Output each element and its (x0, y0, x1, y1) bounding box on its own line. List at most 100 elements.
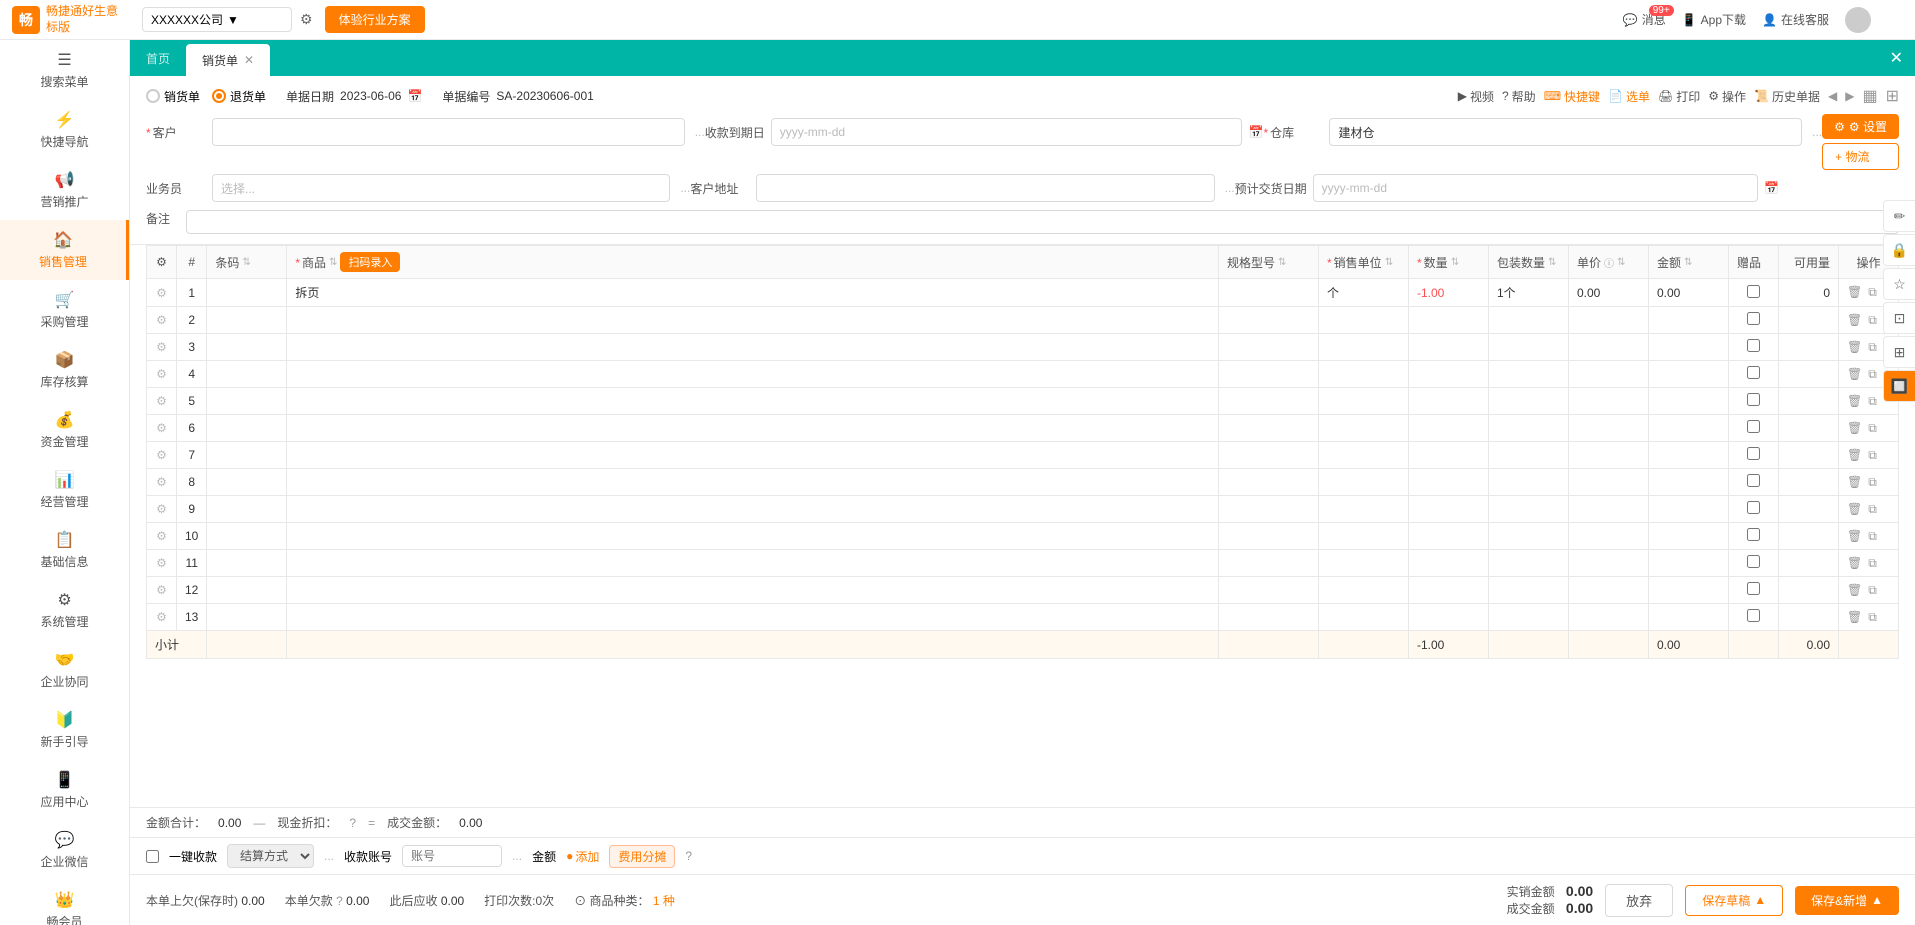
sidebar-item-finance[interactable]: 💰 资金管理 (0, 400, 129, 460)
radio-return[interactable]: 退货单 (212, 88, 266, 105)
pkg-sort-icon[interactable]: ⇅ (1548, 257, 1556, 268)
warehouse-input[interactable]: 建材仓 (1329, 118, 1802, 146)
row-product-cell[interactable] (287, 523, 1219, 550)
nav-next-icon[interactable]: ▶ (1845, 89, 1854, 103)
gift-checkbox[interactable] (1747, 312, 1760, 325)
fee-split-button[interactable]: 费用分摊 (609, 845, 675, 868)
row-spec-cell[interactable] (1219, 523, 1319, 550)
row-gift-cell[interactable] (1729, 388, 1779, 415)
row-delete-icon[interactable]: 🗑 (1847, 475, 1862, 490)
gift-checkbox[interactable] (1747, 528, 1760, 541)
row-gift-cell[interactable] (1729, 523, 1779, 550)
sidebar-item-wechat[interactable]: 💬 企业微信 (0, 820, 129, 880)
row-copy-icon[interactable]: ⧉ (1868, 583, 1877, 598)
save-draft-button[interactable]: 保存草稿 ▲ (1685, 885, 1783, 916)
shortcut-btn[interactable]: ⌨ 快捷键 (1544, 88, 1600, 105)
row-qty-cell[interactable] (1409, 334, 1489, 361)
price-info-icon[interactable]: ⓘ (1604, 255, 1614, 270)
row-amount-cell[interactable] (1649, 604, 1729, 631)
row-unit-cell[interactable] (1319, 334, 1409, 361)
abandon-button[interactable]: 放弃 (1605, 884, 1673, 917)
row-copy-icon[interactable]: ⧉ (1868, 448, 1877, 463)
row-delete-icon[interactable]: 🗑 (1847, 529, 1862, 544)
tab-sales-order[interactable]: 销货单 ✕ (186, 44, 270, 76)
row-pkg-cell[interactable] (1489, 469, 1569, 496)
float-star-btn[interactable]: ☆ (1883, 268, 1915, 300)
row-qty-cell[interactable] (1409, 550, 1489, 577)
row-price-cell[interactable] (1569, 442, 1649, 469)
discount-question-icon[interactable]: ? (349, 816, 356, 830)
view-grid-icon[interactable]: ⊞ (1886, 86, 1899, 106)
sidebar-item-enterprise[interactable]: 🤝 企业协同 (0, 640, 129, 700)
customer-addr-dots[interactable]: ... (1225, 181, 1235, 195)
row-copy-icon[interactable]: ⧉ (1868, 394, 1877, 409)
gift-checkbox[interactable] (1747, 501, 1760, 514)
row-unit-cell[interactable] (1319, 442, 1409, 469)
float-edit-btn[interactable]: ✏ (1883, 200, 1915, 232)
product-sort-icon[interactable]: ⇅ (329, 257, 337, 268)
spec-sort-icon[interactable]: ⇅ (1278, 257, 1286, 268)
gear-icon[interactable]: ⚙ (300, 11, 313, 28)
row-gift-cell[interactable] (1729, 577, 1779, 604)
tab-home[interactable]: 首页 (130, 40, 186, 76)
row-spec-cell[interactable] (1219, 361, 1319, 388)
unit-sort-icon[interactable]: ⇅ (1385, 257, 1393, 268)
row-copy-icon[interactable]: ⧉ (1868, 529, 1877, 544)
salesman-input[interactable]: 选择... (212, 174, 670, 202)
sidebar-item-base-info[interactable]: 📋 基础信息 (0, 520, 129, 580)
row-gear-icon[interactable]: ⚙ (156, 610, 167, 624)
row-gear-icon[interactable]: ⚙ (156, 475, 167, 489)
row-amount-cell[interactable] (1649, 523, 1729, 550)
row-amount-cell[interactable] (1649, 307, 1729, 334)
row-delete-icon[interactable]: 🗑 (1847, 313, 1862, 328)
row-copy-icon[interactable]: ⧉ (1868, 367, 1877, 382)
row-product-cell[interactable] (287, 442, 1219, 469)
gift-checkbox[interactable] (1747, 582, 1760, 595)
row-unit-cell[interactable]: 个 (1319, 279, 1409, 307)
row-amount-cell[interactable] (1649, 415, 1729, 442)
row-copy-icon[interactable]: ⧉ (1868, 313, 1877, 328)
row-amount-cell[interactable] (1649, 496, 1729, 523)
row-gear-icon[interactable]: ⚙ (156, 448, 167, 462)
sidebar-item-inventory[interactable]: 📦 库存核算 (0, 340, 129, 400)
add-payment-button[interactable]: ● 添加 (566, 848, 599, 865)
gift-checkbox[interactable] (1747, 285, 1760, 298)
row-gift-cell[interactable] (1729, 550, 1779, 577)
row-gear-icon[interactable]: ⚙ (156, 340, 167, 354)
row-copy-icon[interactable]: ⧉ (1868, 502, 1877, 517)
one-click-pay-checkbox[interactable] (146, 850, 159, 863)
row-gift-cell[interactable] (1729, 469, 1779, 496)
row-pkg-cell[interactable] (1489, 334, 1569, 361)
row-price-cell[interactable] (1569, 604, 1649, 631)
row-amount-cell[interactable] (1649, 361, 1729, 388)
row-gear-icon[interactable]: ⚙ (156, 583, 167, 597)
save-new-button[interactable]: 保存&新增 ▲ (1795, 886, 1899, 915)
row-qty-cell[interactable] (1409, 307, 1489, 334)
row-spec-cell[interactable] (1219, 442, 1319, 469)
row-gift-cell[interactable] (1729, 604, 1779, 631)
gift-checkbox[interactable] (1747, 393, 1760, 406)
row-gear-icon[interactable]: ⚙ (156, 529, 167, 543)
gift-checkbox[interactable] (1747, 366, 1760, 379)
row-delete-icon[interactable]: 🗑 (1847, 421, 1862, 436)
row-gear-icon[interactable]: ⚙ (156, 313, 167, 327)
row-pkg-cell[interactable] (1489, 442, 1569, 469)
row-barcode-cell[interactable] (207, 604, 287, 631)
row-price-cell[interactable] (1569, 550, 1649, 577)
row-barcode-cell[interactable] (207, 496, 287, 523)
sidebar-item-operations[interactable]: 📊 经营管理 (0, 460, 129, 520)
col-settings-header[interactable]: ⚙ (147, 246, 177, 279)
row-spec-cell[interactable] (1219, 334, 1319, 361)
app-download-button[interactable]: 📱 App下载 (1682, 11, 1746, 28)
customer-input[interactable] (212, 118, 685, 146)
row-unit-cell[interactable] (1319, 415, 1409, 442)
row-barcode-cell[interactable] (207, 334, 287, 361)
row-delete-icon[interactable]: 🗑 (1847, 556, 1862, 571)
row-spec-cell[interactable] (1219, 577, 1319, 604)
gift-checkbox[interactable] (1747, 339, 1760, 352)
row-copy-icon[interactable]: ⧉ (1868, 340, 1877, 355)
logistics-button[interactable]: + 物流 (1822, 143, 1899, 170)
sidebar-item-system[interactable]: ⚙ 系统管理 (0, 580, 129, 640)
sidebar-item-marketing[interactable]: 📢 营销推广 (0, 160, 129, 220)
gift-checkbox[interactable] (1747, 474, 1760, 487)
